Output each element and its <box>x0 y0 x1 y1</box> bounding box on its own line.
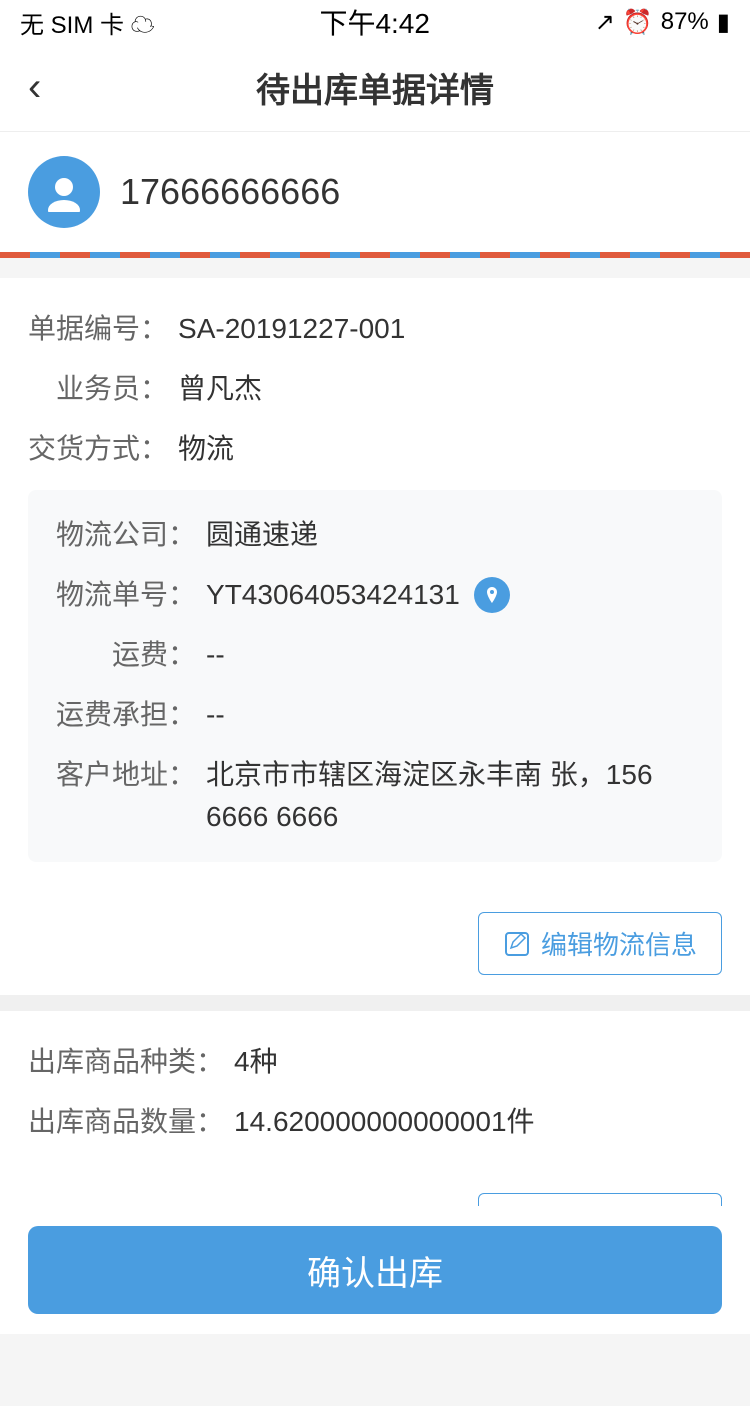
sim-status: 无 SIM 卡 ☁ <box>20 5 155 40</box>
goods-types-label: 出库商品种类： <box>28 1041 224 1083</box>
logistics-section: 物流公司： 圆通速递 物流单号： YT43064053424131 运费： --… <box>28 490 722 862</box>
company-label: 物流公司： <box>56 514 196 556</box>
customer-header: 17666666666 <box>0 132 750 252</box>
status-bar: 无 SIM 卡 ☁ 下午4:42 ↗ ⏰ 87% ▮ <box>0 0 750 44</box>
page-title: 待出库单据详情 <box>256 63 494 112</box>
freight-bear-value: -- <box>206 694 694 736</box>
status-right: ↗ ⏰ 87% ▮ <box>595 8 730 37</box>
status-time: 下午4:42 <box>319 2 430 42</box>
salesman-value: 曾凡杰 <box>178 368 722 410</box>
person-icon <box>44 172 84 212</box>
customer-phone: 17666666666 <box>120 171 340 213</box>
freight-bear-row: 运费承担： -- <box>56 694 694 736</box>
goods-types-row: 出库商品种类： 4种 <box>28 1041 722 1083</box>
edit-logistics-label: 编辑物流信息 <box>541 925 697 962</box>
salesman-label: 业务员： <box>28 368 168 410</box>
goods-types-value: 4种 <box>234 1041 722 1083</box>
back-button[interactable]: ‹ <box>28 65 41 110</box>
address-value: 北京市市辖区海淀区永丰南 张，156 6666 6666 <box>206 754 694 838</box>
salesman-row: 业务员： 曾凡杰 <box>28 368 722 410</box>
goods-quantity-value: 14.620000000000001件 <box>234 1101 722 1143</box>
edit-logistics-button[interactable]: 编辑物流信息 <box>478 912 722 975</box>
battery-level: 87% <box>661 8 709 36</box>
freight-label: 运费： <box>56 634 196 676</box>
freight-value: -- <box>206 634 694 676</box>
confirm-btn-label: 确认出库 <box>307 1246 443 1295</box>
address-label: 客户地址： <box>56 754 196 796</box>
tracking-number: YT43064053424131 <box>206 574 460 616</box>
goods-quantity-label: 出库商品数量： <box>28 1101 224 1143</box>
gray-separator-1 <box>0 995 750 1011</box>
tracking-row: 物流单号： YT43064053424131 <box>56 574 694 616</box>
delivery-method-value: 物流 <box>178 428 722 470</box>
order-no-row: 单据编号： SA-20191227-001 <box>28 308 722 350</box>
address-row: 客户地址： 北京市市辖区海淀区永丰南 张，156 6666 6666 <box>56 754 694 838</box>
company-row: 物流公司： 圆通速递 <box>56 514 694 556</box>
back-icon: ‹ <box>28 65 41 109</box>
dashed-divider <box>0 252 750 258</box>
map-pin-icon <box>482 585 502 605</box>
status-left: 无 SIM 卡 ☁ <box>20 5 155 40</box>
order-no-value: SA-20191227-001 <box>178 308 722 350</box>
tracking-value-row: YT43064053424131 <box>206 574 694 616</box>
confirm-btn-wrapper: 确认出库 <box>0 1206 750 1334</box>
freight-bear-label: 运费承担： <box>56 694 196 736</box>
location-button[interactable] <box>474 577 510 613</box>
delivery-method-label: 交货方式： <box>28 428 168 470</box>
delivery-method-row: 交货方式： 物流 <box>28 428 722 470</box>
edit-icon <box>503 930 531 958</box>
nav-bar: ‹ 待出库单据详情 <box>0 44 750 132</box>
location-icon-status: ↗ <box>595 8 615 37</box>
alarm-icon: ⏰ <box>623 8 653 37</box>
avatar <box>28 156 100 228</box>
order-no-label: 单据编号： <box>28 308 168 350</box>
goods-quantity-row: 出库商品数量： 14.620000000000001件 <box>28 1101 722 1143</box>
battery-icon: ▮ <box>717 8 730 37</box>
goods-section: 出库商品种类： 4种 出库商品数量： 14.620000000000001件 <box>0 1011 750 1173</box>
tracking-label: 物流单号： <box>56 574 196 616</box>
freight-row: 运费： -- <box>56 634 694 676</box>
basic-info-section: 单据编号： SA-20191227-001 业务员： 曾凡杰 交货方式： 物流 … <box>0 278 750 892</box>
confirm-button[interactable]: 确认出库 <box>28 1226 722 1314</box>
company-value: 圆通速递 <box>206 514 694 556</box>
edit-logistics-row: 编辑物流信息 <box>0 892 750 995</box>
